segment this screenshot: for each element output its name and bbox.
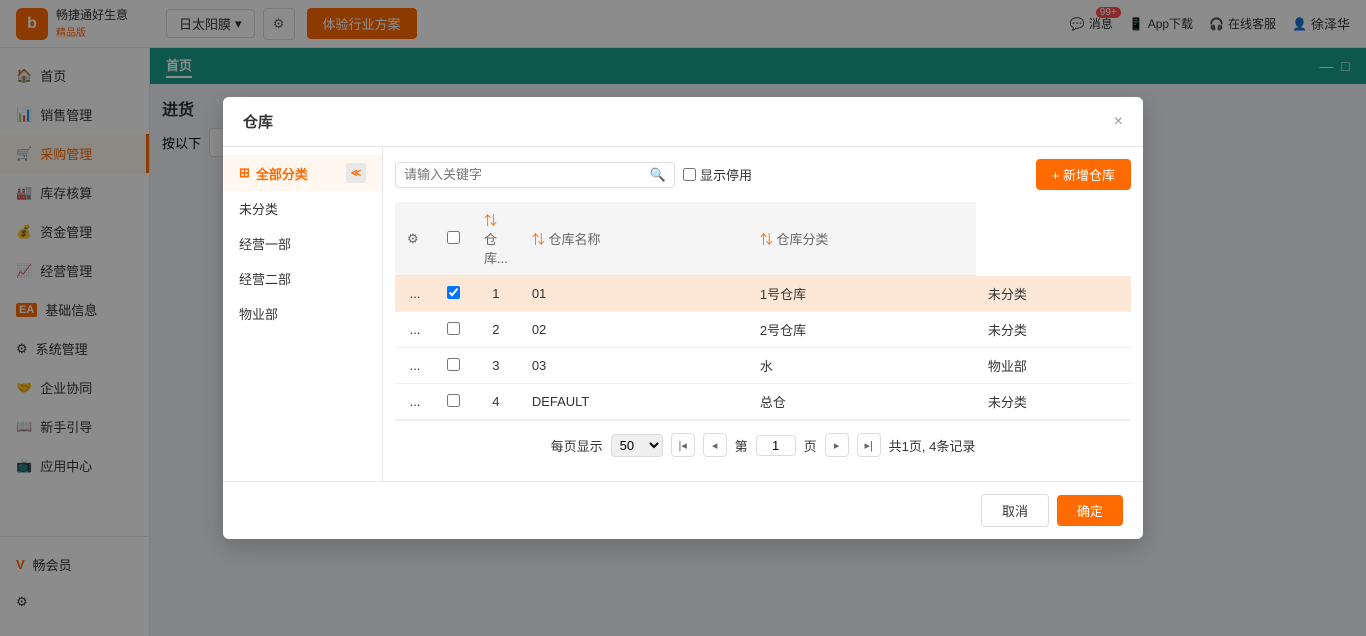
modal-title: 仓库 [243,111,273,132]
category-unclassified[interactable]: 未分类 [223,191,382,226]
table-container: ⚙ ⇅ 仓库... ⇅ 仓库名称 [395,202,1131,420]
search-input[interactable] [404,167,650,182]
row-num: 1 [472,276,520,312]
modal-main: 🔍 显示停用 + 新增仓库 ⚙ [383,147,1143,481]
modal-header: 仓库 × [223,97,1143,147]
table-row[interactable]: ... 4 DEFAULT 总仓 未分类 [395,384,1131,420]
row-gear[interactable]: ... [395,348,435,384]
page-suffix-label: 页 [804,436,817,455]
category-dept1[interactable]: 经营一部 [223,226,382,261]
row-gear[interactable]: ... [395,312,435,348]
row-code: 03 [520,348,748,384]
row-gear[interactable]: ... [395,276,435,312]
row-category: 物业部 [976,348,1131,384]
row-checkbox[interactable] [447,358,460,371]
col-category: ⇅ 仓库分类 [748,202,976,276]
header-row: ⚙ ⇅ 仓库... ⇅ 仓库名称 [395,202,1131,276]
col-cat-label: 仓库分类 [777,232,829,247]
col-name-label: 仓库名称 [548,232,600,247]
show-disabled-text: 显示停用 [700,165,752,184]
row-checkbox-cell [435,384,472,420]
first-page-button[interactable]: |◂ [671,433,695,457]
sort-name-icon: ⇅ [532,232,545,247]
category-dept1-label: 经营一部 [239,234,291,253]
next-page-button[interactable]: ▸ [825,433,849,457]
modal-overlay: 仓库 × ⊞ 全部分类 ≪ 未分类 经营一部 经营二部 [0,0,1366,636]
category-dept2[interactable]: 经营二部 [223,261,382,296]
row-num: 2 [472,312,520,348]
last-page-button[interactable]: ▸| [857,433,881,457]
category-property[interactable]: 物业部 [223,296,382,331]
row-gear[interactable]: ... [395,384,435,420]
table-header: ⚙ ⇅ 仓库... ⇅ 仓库名称 [395,202,1131,276]
category-dept2-label: 经营二部 [239,269,291,288]
col-settings: ⚙ [395,202,435,276]
col-name: ⇅ 仓库名称 [520,202,748,276]
row-code: DEFAULT [520,384,748,420]
per-page-select[interactable]: 50 100 [611,434,663,457]
row-category: 未分类 [976,276,1131,312]
row-num: 4 [472,384,520,420]
row-name: 水 [748,348,976,384]
modal-footer: 取消 确定 [223,481,1143,539]
search-icon[interactable]: 🔍 [650,167,666,183]
row-code: 02 [520,312,748,348]
row-name: 2号仓库 [748,312,976,348]
pagination: 每页显示 50 100 |◂ ◂ 第 页 ▸ ▸| 共1页, 4条记录 [395,420,1131,469]
category-all[interactable]: ⊞ 全部分类 ≪ [223,155,382,191]
all-category-label: 全部分类 [256,164,308,183]
table-body: ... 1 01 1号仓库 未分类 ... 2 02 2号仓库 未分类 ... … [395,276,1131,420]
grid-icon: ⊞ [239,165,250,181]
row-checkbox-cell [435,312,472,348]
table-row[interactable]: ... 3 03 水 物业部 [395,348,1131,384]
confirm-button[interactable]: 确定 [1057,495,1123,526]
page-prefix-label: 第 [735,436,748,455]
warehouse-table: ⚙ ⇅ 仓库... ⇅ 仓库名称 [395,202,1131,420]
category-unclassified-label: 未分类 [239,199,278,218]
modal-close-button[interactable]: × [1114,114,1123,130]
table-row[interactable]: ... 1 01 1号仓库 未分类 [395,276,1131,312]
sort-cat-icon: ⇅ [760,232,773,247]
row-checkbox[interactable] [447,394,460,407]
cancel-button[interactable]: 取消 [981,494,1049,527]
sort-code-icon: ⇅ [484,213,497,228]
row-name: 总仓 [748,384,976,420]
search-box[interactable]: 🔍 [395,162,675,188]
total-label: 共1页, 4条记录 [889,436,976,455]
row-num: 3 [472,348,520,384]
col-code: ⇅ 仓库... [472,202,520,276]
col-code-label: 仓库... [484,232,508,266]
modal-sidebar: ⊞ 全部分类 ≪ 未分类 经营一部 经营二部 物业部 [223,147,383,481]
modal-body: ⊞ 全部分类 ≪ 未分类 经营一部 经营二部 物业部 [223,147,1143,481]
row-checkbox-cell [435,348,472,384]
add-warehouse-button[interactable]: + 新增仓库 [1036,159,1131,190]
row-code: 01 [520,276,748,312]
modal-toolbar: 🔍 显示停用 + 新增仓库 [395,159,1131,190]
table-row[interactable]: ... 2 02 2号仓库 未分类 [395,312,1131,348]
row-checkbox[interactable] [447,322,460,335]
select-all-checkbox[interactable] [447,231,460,244]
warehouse-modal: 仓库 × ⊞ 全部分类 ≪ 未分类 经营一部 经营二部 [223,97,1143,539]
show-disabled-checkbox-label[interactable]: 显示停用 [683,165,752,184]
row-name: 1号仓库 [748,276,976,312]
category-property-label: 物业部 [239,304,278,323]
row-category: 未分类 [976,312,1131,348]
row-category: 未分类 [976,384,1131,420]
collapse-button[interactable]: ≪ [346,163,366,183]
per-page-label: 每页显示 [551,436,603,455]
row-checkbox[interactable] [447,286,460,299]
show-disabled-checkbox[interactable] [683,168,696,181]
prev-page-button[interactable]: ◂ [703,433,727,457]
page-input[interactable] [756,435,796,456]
row-checkbox-cell [435,276,472,312]
col-checkbox [435,202,472,276]
